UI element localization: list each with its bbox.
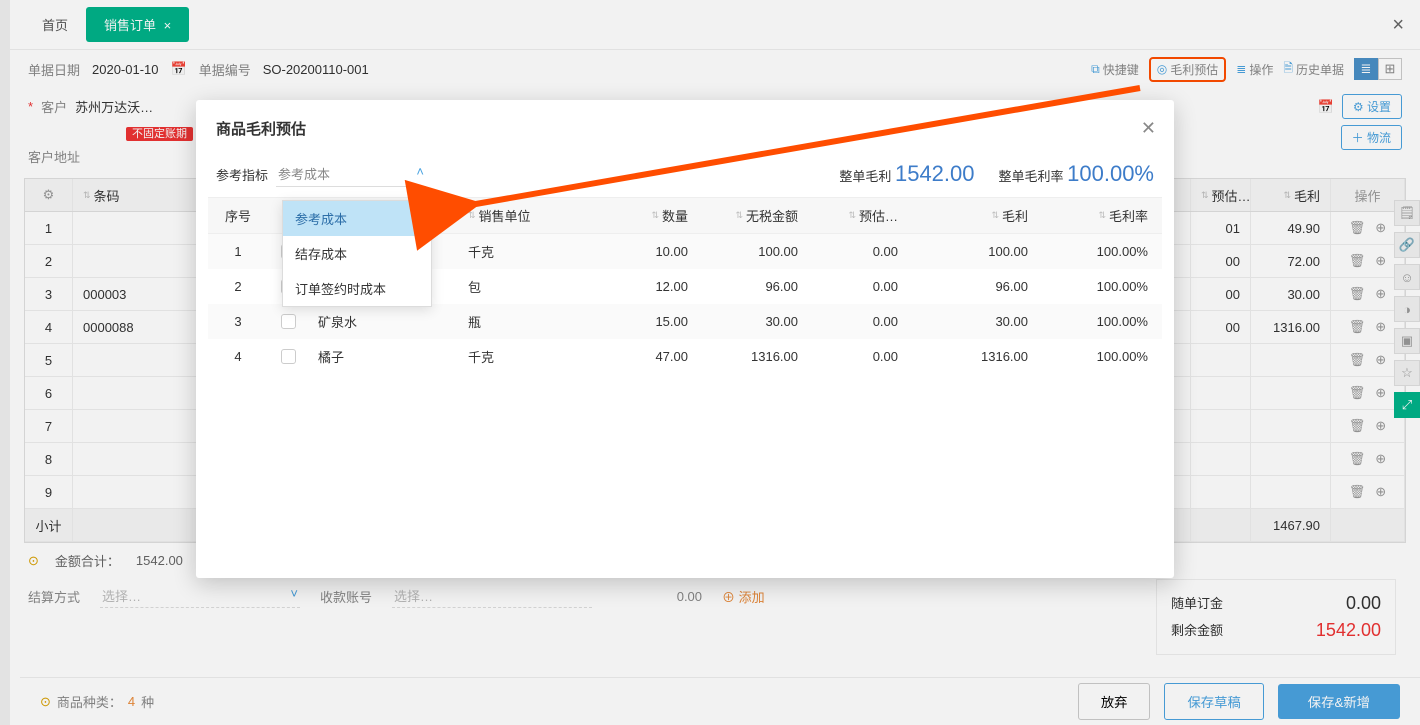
mrow-amt: 96.00 bbox=[698, 269, 808, 304]
mcol-amt[interactable]: ⇅无税金额 bbox=[698, 198, 808, 233]
dropdown-option[interactable]: 订单签约时成本 bbox=[283, 271, 431, 306]
mrow-idx: 4 bbox=[208, 339, 268, 374]
row-checkbox[interactable] bbox=[281, 314, 296, 329]
mcol-unit[interactable]: ⇅销售单位 bbox=[458, 198, 588, 233]
row-checkbox[interactable] bbox=[281, 349, 296, 364]
mrow-amt: 1316.00 bbox=[698, 339, 808, 374]
mrow-profit: 1316.00 bbox=[908, 339, 1038, 374]
modal-row: 4橘子千克47.001316.000.001316.00100.00% bbox=[208, 339, 1162, 374]
total-rate-value: 100.00% bbox=[1067, 161, 1154, 186]
mrow-qty: 12.00 bbox=[588, 269, 698, 304]
mrow-amt: 100.00 bbox=[698, 234, 808, 269]
mrow-unit: 包 bbox=[458, 269, 588, 304]
total-profit-label: 整单毛利 bbox=[839, 169, 891, 184]
mrow-unit: 千克 bbox=[458, 339, 588, 374]
total-rate-label: 整单毛利率 bbox=[999, 169, 1064, 184]
mrow-est: 0.00 bbox=[808, 304, 908, 339]
profit-modal: 商品毛利预估 ✕ 参考指标 参考成本 ˄ 整单毛利 1542.00 整单毛利率 … bbox=[196, 100, 1174, 578]
modal-row: 3矿泉水瓶15.0030.000.0030.00100.00% bbox=[208, 304, 1162, 339]
ref-dropdown: 参考成本结存成本订单签约时成本 bbox=[282, 200, 432, 307]
dropdown-option[interactable]: 参考成本 bbox=[283, 201, 431, 236]
mrow-profit: 96.00 bbox=[908, 269, 1038, 304]
mrow-qty: 47.00 bbox=[588, 339, 698, 374]
total-profit-value: 1542.00 bbox=[895, 161, 975, 186]
mcol-rate[interactable]: ⇅毛利率 bbox=[1038, 198, 1158, 233]
mrow-unit: 千克 bbox=[458, 234, 588, 269]
mrow-name: 橘子 bbox=[308, 339, 458, 374]
mrow-qty: 10.00 bbox=[588, 234, 698, 269]
mrow-name: 矿泉水 bbox=[308, 304, 458, 339]
dropdown-option[interactable]: 结存成本 bbox=[283, 236, 431, 271]
mcol-profit[interactable]: ⇅毛利 bbox=[908, 198, 1038, 233]
mrow-profit: 100.00 bbox=[908, 234, 1038, 269]
mrow-idx: 3 bbox=[208, 304, 268, 339]
ref-select[interactable]: 参考成本 ˄ bbox=[276, 161, 426, 187]
mrow-est: 0.00 bbox=[808, 269, 908, 304]
modal-close-icon[interactable]: ✕ bbox=[1141, 118, 1156, 139]
mcol-est[interactable]: ⇅预估… bbox=[808, 198, 908, 233]
profit-summary: 整单毛利 1542.00 整单毛利率 100.00% bbox=[839, 161, 1154, 187]
mrow-qty: 15.00 bbox=[588, 304, 698, 339]
mrow-est: 0.00 bbox=[808, 234, 908, 269]
modal-title: 商品毛利预估 bbox=[196, 100, 1174, 157]
modal-filter-bar: 参考指标 参考成本 ˄ 整单毛利 1542.00 整单毛利率 100.00% bbox=[196, 157, 1174, 197]
mrow-est: 0.00 bbox=[808, 339, 908, 374]
mcol-qty[interactable]: ⇅数量 bbox=[588, 198, 698, 233]
chevron-up-icon: ˄ bbox=[416, 164, 424, 183]
mcol-idx: 序号 bbox=[208, 198, 268, 233]
mrow-profit: 30.00 bbox=[908, 304, 1038, 339]
mrow-rate: 100.00% bbox=[1038, 234, 1158, 269]
mrow-amt: 30.00 bbox=[698, 304, 808, 339]
mrow-rate: 100.00% bbox=[1038, 304, 1158, 339]
mrow-rate: 100.00% bbox=[1038, 269, 1158, 304]
ref-label: 参考指标 bbox=[216, 165, 268, 184]
ref-select-value: 参考成本 bbox=[278, 164, 330, 183]
mrow-idx: 2 bbox=[208, 269, 268, 304]
mrow-idx: 1 bbox=[208, 234, 268, 269]
mrow-rate: 100.00% bbox=[1038, 339, 1158, 374]
mrow-unit: 瓶 bbox=[458, 304, 588, 339]
